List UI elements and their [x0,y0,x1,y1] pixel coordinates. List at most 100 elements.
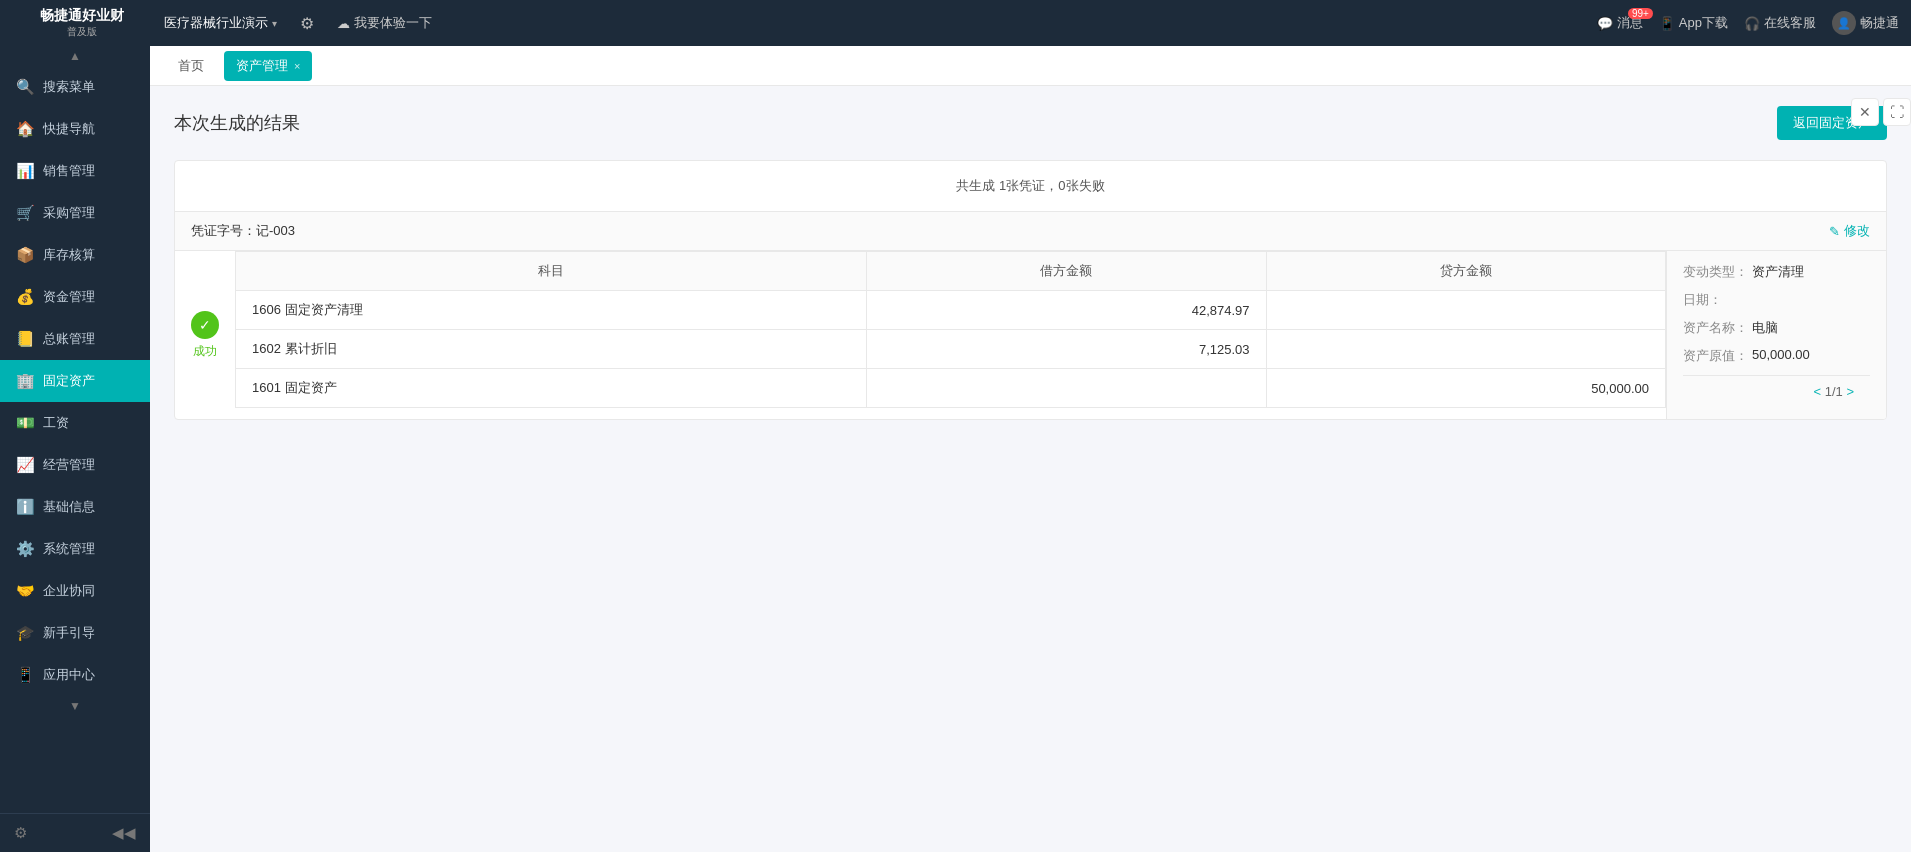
cloud-icon: ☁ [337,16,350,31]
company-selector[interactable]: 医疗器械行业演示 ▾ [164,14,277,32]
debit-cell-2: 7,125.03 [867,330,1266,369]
logo-title: 畅捷通好业财 [40,7,124,25]
sidebar-item-label: 总账管理 [43,330,95,348]
app-download-label: App下载 [1679,14,1728,32]
sidebar-item-inventory[interactable]: 📦 库存核算 [0,234,150,276]
sidebar-item-search[interactable]: 🔍 搜索菜单 [0,66,150,108]
sidebar-item-system[interactable]: ⚙️ 系统管理 [0,528,150,570]
edit-icon: ✎ [1829,224,1840,239]
change-type-row: 变动类型： 资产清理 [1683,263,1870,281]
summary-text: 共生成 1张凭证，0张失败 [956,178,1104,193]
user-name: 畅捷通 [1860,14,1899,32]
beginner-icon: 🎓 [16,624,35,642]
basic-info-icon: ℹ️ [16,498,35,516]
asset-original-row: 资产原值： 50,000.00 [1683,347,1870,365]
app-download-button[interactable]: 📱 App下载 [1659,14,1728,32]
result-summary: 共生成 1张凭证，0张失败 [175,161,1886,212]
settings-bottom-icon[interactable]: ⚙ [14,824,27,842]
sidebar-scroll-up[interactable]: ▲ [0,46,150,66]
sidebar-item-enterprise[interactable]: 🤝 企业协同 [0,570,150,612]
tab-home[interactable]: 首页 [166,51,216,81]
enterprise-icon: 🤝 [16,582,35,600]
result-panel: 共生成 1张凭证，0张失败 凭证字号：记-003 ✎ 修改 [174,160,1887,420]
inventory-icon: 📦 [16,246,35,264]
tab-asset-management[interactable]: 资产管理 × [224,51,312,81]
success-badge: ✓ 成功 [175,251,235,419]
sidebar-item-label: 工资 [43,414,69,432]
service-icon: 🎧 [1744,16,1760,31]
asset-name-value: 电脑 [1752,319,1778,337]
experience-label: 我要体验一下 [354,14,432,32]
asset-name-label: 资产名称： [1683,319,1748,337]
sidebar-item-label: 经营管理 [43,456,95,474]
sidebar-item-label: 资金管理 [43,288,95,306]
experience-button[interactable]: ☁ 我要体验一下 [337,14,432,32]
sidebar-item-payroll[interactable]: 💵 工资 [0,402,150,444]
sidebar-item-beginner[interactable]: 🎓 新手引导 [0,612,150,654]
online-service-label: 在线客服 [1764,14,1816,32]
tab-close-icon[interactable]: × [294,60,300,72]
credit-cell-3: 50,000.00 [1266,369,1665,408]
download-icon: 📱 [1659,16,1675,31]
debit-cell-1: 42,874.97 [867,291,1266,330]
sidebar-item-label: 应用中心 [43,666,95,684]
system-icon: ⚙️ [16,540,35,558]
online-service-button[interactable]: 🎧 在线客服 [1744,14,1816,32]
content-area: 首页 资产管理 × ✕ ⛶ 本次生成的结果 返回固定资产 共生成 1 [150,46,1911,852]
finance-icon: 💰 [16,288,35,306]
success-circle-icon: ✓ [191,311,219,339]
sidebar-scroll-down[interactable]: ▼ [0,696,150,716]
sidebar-item-purchase[interactable]: 🛒 采购管理 [0,192,150,234]
voucher-number: 凭证字号：记-003 [191,222,295,240]
sidebar-item-app-center[interactable]: 📱 应用中心 [0,654,150,696]
sidebar-item-label: 采购管理 [43,204,95,222]
user-menu[interactable]: 👤 畅捷通 [1832,11,1899,35]
sidebar-item-label: 销售管理 [43,162,95,180]
purchase-icon: 🛒 [16,204,35,222]
expand-panel-button[interactable]: ⛶ [1883,98,1911,126]
date-label: 日期： [1683,291,1722,309]
success-text: 成功 [193,343,217,360]
sidebar-item-label: 系统管理 [43,540,95,558]
collapse-sidebar-icon[interactable]: ◀◀ [112,824,136,842]
operations-icon: 📈 [16,456,35,474]
subject-cell-1: 1606 固定资产清理 [236,291,867,330]
sidebar-item-basic-info[interactable]: ℹ️ 基础信息 [0,486,150,528]
sidebar-item-quick-nav[interactable]: 🏠 快捷导航 [0,108,150,150]
credit-cell-1 [1266,291,1665,330]
change-type-value: 资产清理 [1752,263,1804,281]
edit-voucher-button[interactable]: ✎ 修改 [1829,222,1870,240]
close-panel-button[interactable]: ✕ [1851,98,1879,126]
sidebar-item-label: 企业协同 [43,582,95,600]
credit-cell-2 [1266,330,1665,369]
sidebar-item-label: 快捷导航 [43,120,95,138]
top-header: 畅捷通好业财 普及版 医疗器械行业演示 ▾ ⚙ ☁ 我要体验一下 💬 消息 99… [0,0,1911,46]
asset-name-row: 资产名称： 电脑 [1683,319,1870,337]
asset-original-label: 资产原值： [1683,347,1748,365]
col-credit: 贷方金额 [1266,252,1665,291]
subject-cell-3: 1601 固定资产 [236,369,867,408]
page-indicator: 1/1 [1825,384,1847,399]
next-page-button[interactable]: > [1846,384,1854,399]
prev-page-button[interactable]: < [1814,384,1822,399]
sidebar-item-finance[interactable]: 💰 资金管理 [0,276,150,318]
sidebar-item-label: 新手引导 [43,624,95,642]
chevron-down-icon: ▾ [272,18,277,29]
sidebar-item-operations[interactable]: 📈 经营管理 [0,444,150,486]
sidebar-item-fixed-assets[interactable]: 🏢 固定资产 [0,360,150,402]
sales-icon: 📊 [16,162,35,180]
app-center-icon: 📱 [16,666,35,684]
sidebar-item-sales[interactable]: 📊 销售管理 [0,150,150,192]
fixed-assets-icon: 🏢 [16,372,35,390]
debit-cell-3 [867,369,1266,408]
home-icon: 🏠 [16,120,35,138]
sidebar-item-ledger[interactable]: 📒 总账管理 [0,318,150,360]
sidebar-item-label: 库存核算 [43,246,95,264]
logo-subtitle: 普及版 [67,25,97,39]
page-title: 本次生成的结果 [174,111,300,135]
voucher-header: 凭证字号：记-003 ✎ 修改 [175,212,1886,251]
sidebar: ▲ 🔍 搜索菜单 🏠 快捷导航 📊 销售管理 🛒 采购管理 📦 库存核算 💰 资… [0,46,150,852]
settings-icon[interactable]: ⚙ [293,9,321,37]
messages-button[interactable]: 💬 消息 99+ [1597,14,1643,32]
side-info-panel: 变动类型： 资产清理 日期： 资产名称： 电脑 [1666,251,1886,419]
